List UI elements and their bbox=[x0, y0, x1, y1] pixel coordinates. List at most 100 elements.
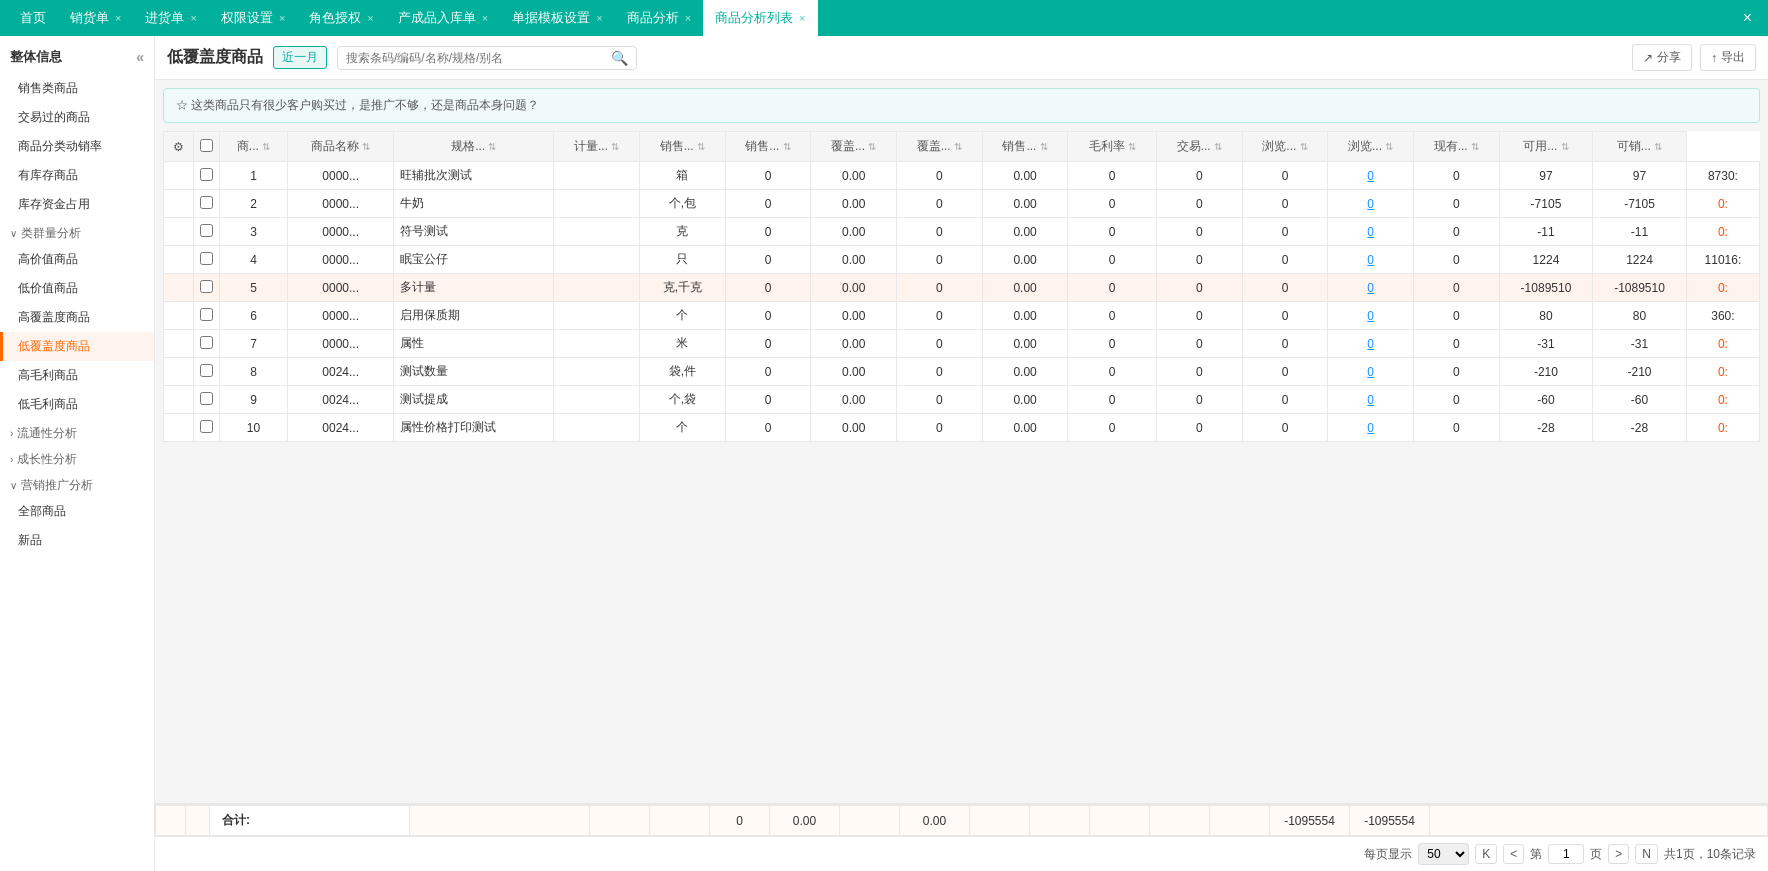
prev-page-button[interactable]: < bbox=[1503, 844, 1524, 864]
next-page-button[interactable]: > bbox=[1608, 844, 1629, 864]
table-col-current[interactable]: 现有... ⇅ bbox=[1414, 132, 1500, 162]
table-col-sales-amt[interactable]: 销售... ⇅ bbox=[725, 132, 811, 162]
table-col-browse1[interactable]: 浏览... ⇅ bbox=[1242, 132, 1328, 162]
row-checkbox[interactable] bbox=[194, 330, 220, 358]
row-settings bbox=[164, 218, 194, 246]
row-cover2: 0.00 bbox=[982, 218, 1068, 246]
row-browse1[interactable]: 0 bbox=[1328, 358, 1414, 386]
sidebar-item-low-cover[interactable]: 低覆盖度商品 bbox=[0, 332, 154, 361]
close-icon[interactable]: × bbox=[482, 12, 488, 24]
row-browse1[interactable]: 0 bbox=[1328, 218, 1414, 246]
sidebar-item-high-cover[interactable]: 高覆盖度商品 bbox=[0, 303, 154, 332]
sidebar-section-marketing-analysis[interactable]: ∨ 营销推广分析 bbox=[0, 471, 154, 497]
row-checkbox[interactable] bbox=[194, 162, 220, 190]
sidebar-section-flow-analysis[interactable]: › 流通性分析 bbox=[0, 419, 154, 445]
nav-permission[interactable]: 权限设置 × bbox=[209, 0, 297, 36]
nav-role[interactable]: 角色授权 × bbox=[297, 0, 385, 36]
row-checkbox[interactable] bbox=[194, 386, 220, 414]
filter-recent-month-button[interactable]: 近一月 bbox=[273, 46, 327, 69]
row-checkbox[interactable] bbox=[194, 218, 220, 246]
sidebar-item-sales-goods[interactable]: 销售类商品 bbox=[0, 74, 154, 103]
row-checkbox[interactable] bbox=[194, 246, 220, 274]
row-checkbox[interactable] bbox=[194, 414, 220, 442]
nav-purchase[interactable]: 进货单 × bbox=[133, 0, 208, 36]
sidebar-item-low-value[interactable]: 低价值商品 bbox=[0, 274, 154, 303]
window-close-button[interactable]: × bbox=[1735, 9, 1760, 27]
page-number-input[interactable] bbox=[1548, 844, 1584, 864]
table-col-unit[interactable]: 计量... ⇅ bbox=[554, 132, 640, 162]
close-icon[interactable]: × bbox=[367, 12, 373, 24]
footer-total-row: 合计: 0 0.00 0.00 -1095554 -1095554 bbox=[155, 803, 1768, 836]
row-browse1[interactable]: 0 bbox=[1328, 386, 1414, 414]
row-browse1[interactable]: 0 bbox=[1328, 246, 1414, 274]
last-page-button[interactable]: N bbox=[1635, 844, 1658, 864]
sidebar-item-high-gross[interactable]: 高毛利商品 bbox=[0, 361, 154, 390]
per-page-select[interactable]: 50 20 100 bbox=[1418, 843, 1469, 865]
sidebar-collapse-button[interactable]: « bbox=[136, 49, 144, 65]
table-col-cover1[interactable]: 覆盖... ⇅ bbox=[811, 132, 897, 162]
table-col-code[interactable]: 商... ⇅ bbox=[220, 132, 288, 162]
row-checkbox[interactable] bbox=[194, 302, 220, 330]
nav-template[interactable]: 单据模板设置 × bbox=[500, 0, 614, 36]
table-col-cover2[interactable]: 覆盖... ⇅ bbox=[897, 132, 983, 162]
table-col-gross-rate[interactable]: 毛利率 ⇅ bbox=[1068, 132, 1157, 162]
sidebar-section-group-analysis[interactable]: ∨ 类群量分析 bbox=[0, 219, 154, 245]
row-browse1[interactable]: 0 bbox=[1328, 414, 1414, 442]
row-cover1: 0 bbox=[897, 246, 983, 274]
close-icon[interactable]: × bbox=[279, 12, 285, 24]
nav-sales[interactable]: 销货单 × bbox=[58, 0, 133, 36]
search-icon[interactable]: 🔍 bbox=[611, 50, 628, 66]
row-code: 0024... bbox=[288, 358, 394, 386]
sidebar-item-low-gross[interactable]: 低毛利商品 bbox=[0, 390, 154, 419]
close-icon[interactable]: × bbox=[115, 12, 121, 24]
row-sales-qty: 0 bbox=[725, 358, 811, 386]
sidebar-item-traded-goods[interactable]: 交易过的商品 bbox=[0, 103, 154, 132]
row-spec bbox=[554, 414, 640, 442]
row-browse1[interactable]: 0 bbox=[1328, 330, 1414, 358]
sidebar-section-growth-analysis[interactable]: › 成长性分析 bbox=[0, 445, 154, 471]
row-settings bbox=[164, 330, 194, 358]
table-col-trade[interactable]: 交易... ⇅ bbox=[1157, 132, 1243, 162]
export-button[interactable]: ↑ 导出 bbox=[1700, 44, 1756, 71]
table-col-name[interactable]: 商品名称 ⇅ bbox=[288, 132, 394, 162]
share-button[interactable]: ↗ 分享 bbox=[1632, 44, 1692, 71]
nav-analysis-list[interactable]: 商品分析列表 × bbox=[703, 0, 817, 36]
sidebar-item-high-value[interactable]: 高价值商品 bbox=[0, 245, 154, 274]
sidebar-item-capital[interactable]: 库存资金占用 bbox=[0, 190, 154, 219]
row-browse1[interactable]: 0 bbox=[1328, 162, 1414, 190]
table-col-saleable[interactable]: 可销... ⇅ bbox=[1593, 132, 1687, 162]
table-col-sales-qty[interactable]: 销售... ⇅ bbox=[640, 132, 726, 162]
sidebar-item-category-rate[interactable]: 商品分类动销率 bbox=[0, 132, 154, 161]
table-col-spec[interactable]: 规格... ⇅ bbox=[394, 132, 554, 162]
close-icon[interactable]: × bbox=[190, 12, 196, 24]
table-col-browse2[interactable]: 浏览... ⇅ bbox=[1328, 132, 1414, 162]
close-icon[interactable]: × bbox=[799, 12, 805, 24]
nav-analysis[interactable]: 商品分析 × bbox=[615, 0, 703, 36]
table-settings-header[interactable]: ⚙ bbox=[164, 132, 194, 162]
table-col-available[interactable]: 可用... ⇅ bbox=[1499, 132, 1593, 162]
row-checkbox[interactable] bbox=[194, 274, 220, 302]
nav-home[interactable]: 首页 bbox=[8, 0, 58, 36]
close-icon[interactable]: × bbox=[596, 12, 602, 24]
table-row: 10 0024... 属性价格打印测试 个 0 0.00 0 0.00 0 0 … bbox=[164, 414, 1760, 442]
nav-product-in[interactable]: 产成品入库单 × bbox=[386, 0, 500, 36]
row-sales-amt: 0.00 bbox=[811, 162, 897, 190]
close-icon[interactable]: × bbox=[685, 12, 691, 24]
row-browse1[interactable]: 0 bbox=[1328, 190, 1414, 218]
table-col-sales3[interactable]: 销售... ⇅ bbox=[982, 132, 1068, 162]
row-checkbox[interactable] bbox=[194, 358, 220, 386]
table-checkbox-header[interactable] bbox=[194, 132, 220, 162]
row-browse1[interactable]: 0 bbox=[1328, 274, 1414, 302]
total-unit-spacer bbox=[650, 806, 710, 836]
row-checkbox[interactable] bbox=[194, 190, 220, 218]
sidebar-item-all-goods[interactable]: 全部商品 bbox=[0, 497, 154, 526]
row-unit: 个,包 bbox=[640, 190, 726, 218]
sidebar-item-stock-goods[interactable]: 有库存商品 bbox=[0, 161, 154, 190]
row-unit: 克,千克 bbox=[640, 274, 726, 302]
row-current: -1089510 bbox=[1499, 274, 1593, 302]
row-browse1[interactable]: 0 bbox=[1328, 302, 1414, 330]
sidebar-item-new-goods[interactable]: 新品 bbox=[0, 526, 154, 555]
search-input[interactable] bbox=[346, 51, 611, 65]
first-page-button[interactable]: K bbox=[1475, 844, 1497, 864]
select-all-checkbox[interactable] bbox=[200, 139, 213, 152]
